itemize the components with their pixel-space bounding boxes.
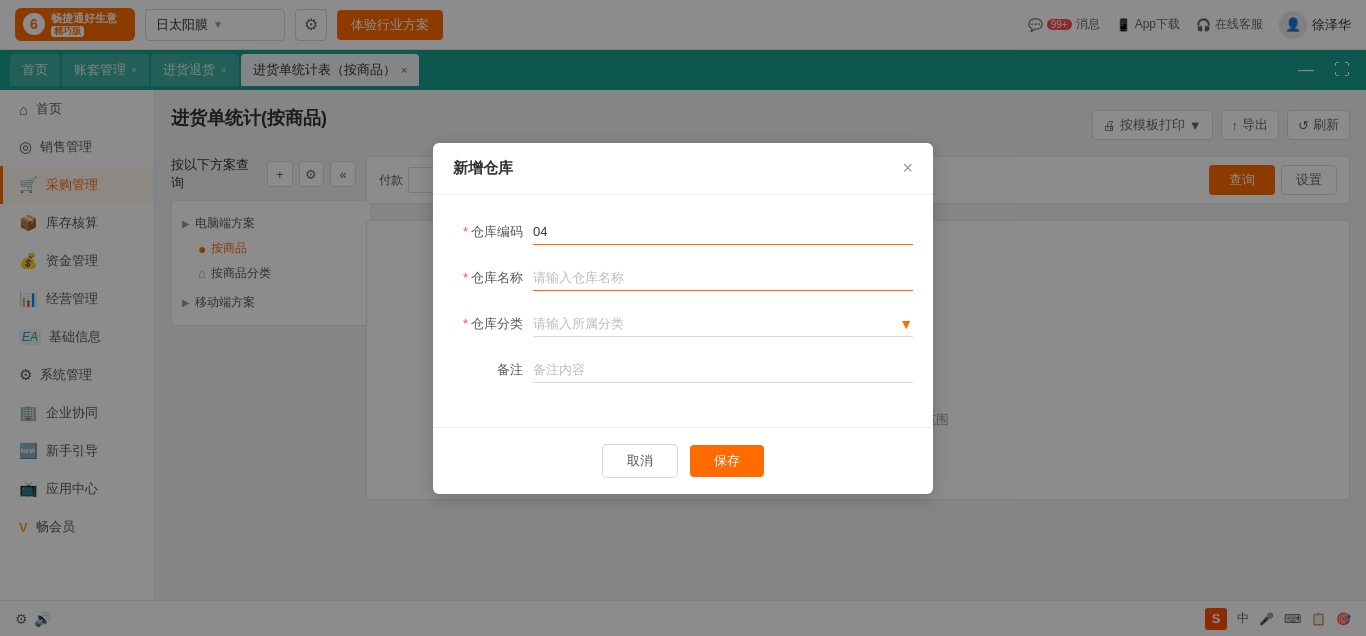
dialog-footer: 取消 保存 [433,427,933,494]
name-label: 仓库名称 [453,269,533,287]
category-input[interactable] [533,311,913,337]
dialog-body: 仓库编码 仓库名称 仓库分类 ▼ 备注 [433,195,933,427]
save-button[interactable]: 保存 [690,445,764,477]
code-input[interactable] [533,219,913,245]
form-row-category: 仓库分类 ▼ [453,311,913,337]
form-row-name: 仓库名称 [453,265,913,291]
dialog-header: 新增仓库 × [433,143,933,195]
form-row-remark: 备注 [453,357,913,383]
form-row-code: 仓库编码 [453,219,913,245]
remark-label: 备注 [453,361,533,379]
chevron-down-icon: ▼ [899,316,913,332]
code-label: 仓库编码 [453,223,533,241]
category-label: 仓库分类 [453,315,533,333]
dialog-title: 新增仓库 [453,159,513,178]
name-input[interactable] [533,265,913,291]
category-wrapper: ▼ [533,311,913,337]
modal-overlay: 新增仓库 × 仓库编码 仓库名称 仓库分类 ▼ [0,0,1366,636]
cancel-button[interactable]: 取消 [602,444,678,478]
remark-input[interactable] [533,357,913,383]
dialog-close-button[interactable]: × [902,159,913,177]
new-warehouse-dialog: 新增仓库 × 仓库编码 仓库名称 仓库分类 ▼ [433,143,933,494]
